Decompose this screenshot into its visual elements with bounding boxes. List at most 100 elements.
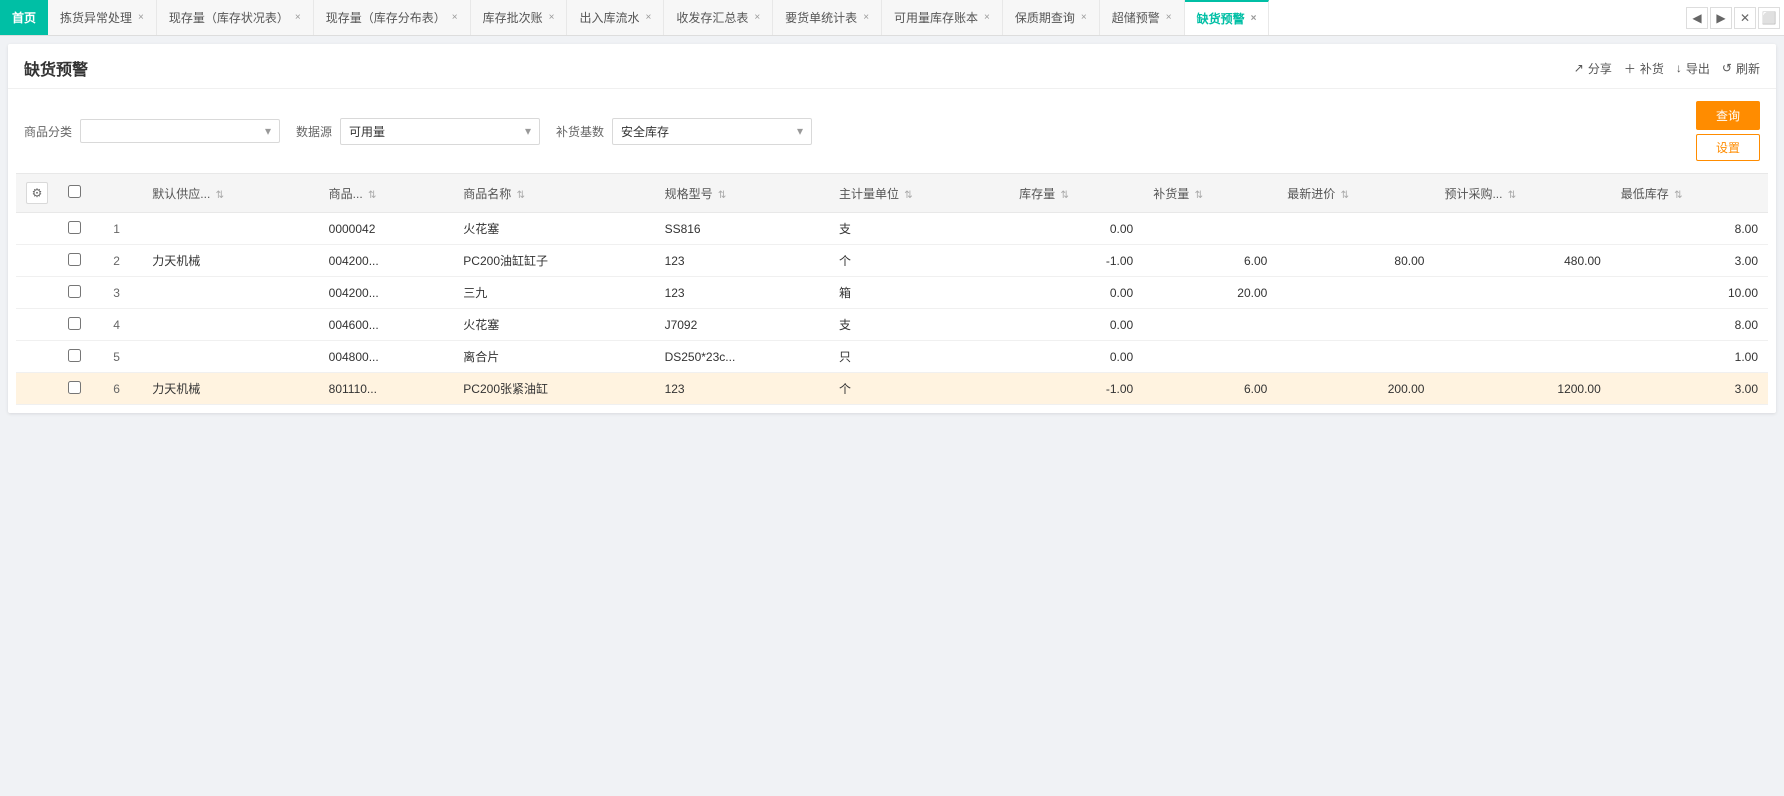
close-icon[interactable]: × <box>138 12 144 23</box>
tab-home-label: 首页 <box>12 9 36 26</box>
row-product-name: 火花塞 <box>453 309 654 341</box>
row-spec: J7092 <box>655 309 829 341</box>
gear-column-header[interactable]: ⚙ <box>16 174 58 213</box>
est-purchase-column-header[interactable]: 预计采购... ⇅ <box>1434 174 1610 213</box>
row-checkbox[interactable] <box>68 381 81 394</box>
refresh-button[interactable]: ↺ 刷新 <box>1722 60 1760 77</box>
close-icon[interactable]: × <box>549 12 555 23</box>
row-supplier: 力天机械 <box>142 245 318 277</box>
unit-column-header[interactable]: 主计量单位 ⇅ <box>829 174 1009 213</box>
category-select[interactable]: ▾ <box>80 119 280 143</box>
row-latest-price <box>1277 341 1434 373</box>
row-latest-price <box>1277 213 1434 245</box>
share-button[interactable]: ↗ 分享 <box>1574 60 1612 77</box>
tab-defect-handling[interactable]: 拣货异常处理 × <box>48 0 157 36</box>
supplier-column-header[interactable]: 默认供应... ⇅ <box>142 174 318 213</box>
row-number: 5 <box>91 341 142 373</box>
datasource-select[interactable]: 可用量 ▾ <box>340 118 540 145</box>
replenish-basis-filter-group: 补货基数 安全库存 ▾ <box>556 118 812 145</box>
row-gear-cell <box>16 245 58 277</box>
replenish-basis-select[interactable]: 安全库存 ▾ <box>612 118 812 145</box>
tab-order-stats[interactable]: 要货单统计表 × <box>773 0 882 36</box>
checkbox-column-header[interactable] <box>58 174 91 213</box>
tab-maximize-button[interactable]: ⬜ <box>1758 7 1780 29</box>
tab-label: 收发存汇总表 <box>676 9 748 26</box>
close-icon[interactable]: × <box>645 12 651 23</box>
sort-icon: ⇅ <box>1195 190 1203 201</box>
row-product-code: 0000042 <box>319 213 454 245</box>
row-checkbox[interactable] <box>68 221 81 234</box>
replenish-button[interactable]: ＋ 补货 <box>1624 60 1664 77</box>
replenish-qty-column-header[interactable]: 补货量 ⇅ <box>1143 174 1277 213</box>
min-stock-column-header[interactable]: 最低库存 ⇅ <box>1611 174 1768 213</box>
row-number: 1 <box>91 213 142 245</box>
close-icon[interactable]: × <box>452 12 458 23</box>
refresh-icon: ↺ <box>1722 61 1732 75</box>
tab-next-button[interactable]: ▶ <box>1710 7 1732 29</box>
product-code-column-header[interactable]: 商品... ⇅ <box>319 174 454 213</box>
tab-batch-account[interactable]: 库存批次账 × <box>471 0 568 36</box>
row-checkbox-cell[interactable] <box>58 373 91 405</box>
close-icon[interactable]: × <box>984 12 990 23</box>
replenish-qty-header-label: 补货量 <box>1153 187 1189 201</box>
tab-inventory-status[interactable]: 现存量（库存状况表） × <box>157 0 314 36</box>
tab-inventory-dist[interactable]: 现存量（库存分布表） × <box>314 0 471 36</box>
datasource-label: 数据源 <box>296 123 332 140</box>
row-spec: 123 <box>655 245 829 277</box>
query-button[interactable]: 查询 <box>1696 101 1760 130</box>
tab-overstock-warning[interactable]: 超储预警 × <box>1100 0 1185 36</box>
product-name-column-header[interactable]: 商品名称 ⇅ <box>453 174 654 213</box>
category-label: 商品分类 <box>24 123 72 140</box>
row-product-name: 离合片 <box>453 341 654 373</box>
table-row[interactable]: 3 004200... 三九 123 箱 0.00 20.00 10.00 <box>16 277 1768 309</box>
tab-expiry-query[interactable]: 保质期查询 × <box>1003 0 1100 36</box>
table-row[interactable]: 2 力天机械 004200... PC200油缸缸子 123 个 -1.00 6… <box>16 245 1768 277</box>
row-number: 6 <box>91 373 142 405</box>
select-all-checkbox[interactable] <box>68 185 81 198</box>
row-min-stock: 3.00 <box>1611 373 1768 405</box>
table-wrapper: ⚙ 默认供应... ⇅ 商品... ⇅ 商品名称 <box>8 173 1776 413</box>
datasource-value: 可用量 <box>349 123 385 140</box>
export-button[interactable]: ↓ 导出 <box>1676 60 1710 77</box>
close-icon[interactable]: × <box>295 12 301 23</box>
table-row[interactable]: 6 力天机械 801110... PC200张紧油缸 123 个 -1.00 6… <box>16 373 1768 405</box>
table-row[interactable]: 5 004800... 离合片 DS250*23c... 只 0.00 1.00 <box>16 341 1768 373</box>
close-icon[interactable]: × <box>754 12 760 23</box>
latest-price-column-header[interactable]: 最新进价 ⇅ <box>1277 174 1434 213</box>
row-checkbox-cell[interactable] <box>58 245 91 277</box>
spec-column-header[interactable]: 规格型号 ⇅ <box>655 174 829 213</box>
tab-close-all-button[interactable]: ✕ <box>1734 7 1756 29</box>
row-min-stock: 10.00 <box>1611 277 1768 309</box>
table-row[interactable]: 4 004600... 火花塞 J7092 支 0.00 8.00 <box>16 309 1768 341</box>
close-icon[interactable]: × <box>1251 13 1257 24</box>
tab-home[interactable]: 首页 <box>0 0 48 36</box>
settings-button[interactable]: 设置 <box>1696 134 1760 161</box>
row-checkbox[interactable] <box>68 285 81 298</box>
row-checkbox-cell[interactable] <box>58 341 91 373</box>
tab-prev-button[interactable]: ◀ <box>1686 7 1708 29</box>
row-checkbox[interactable] <box>68 317 81 330</box>
close-icon[interactable]: × <box>1081 12 1087 23</box>
row-checkbox-cell[interactable] <box>58 309 91 341</box>
tab-in-out-flow[interactable]: 出入库流水 × <box>567 0 664 36</box>
column-settings-icon[interactable]: ⚙ <box>26 182 48 204</box>
table-row[interactable]: 1 0000042 火花塞 SS816 支 0.00 8.00 <box>16 213 1768 245</box>
datasource-filter-group: 数据源 可用量 ▾ <box>296 118 540 145</box>
tab-shortage-warning[interactable]: 缺货预警 × <box>1185 0 1270 36</box>
stock-qty-column-header[interactable]: 库存量 ⇅ <box>1009 174 1143 213</box>
row-latest-price: 80.00 <box>1277 245 1434 277</box>
row-product-code: 004600... <box>319 309 454 341</box>
close-icon[interactable]: × <box>1166 12 1172 23</box>
replenish-basis-value: 安全库存 <box>621 123 669 140</box>
tab-receive-summary[interactable]: 收发存汇总表 × <box>664 0 773 36</box>
row-unit: 个 <box>829 373 1009 405</box>
row-checkbox-cell[interactable] <box>58 213 91 245</box>
close-icon[interactable]: × <box>863 12 869 23</box>
row-checkbox-cell[interactable] <box>58 277 91 309</box>
row-checkbox[interactable] <box>68 253 81 266</box>
tab-available-ledger[interactable]: 可用量库存账本 × <box>882 0 1003 36</box>
row-product-code: 004200... <box>319 277 454 309</box>
row-est-purchase: 480.00 <box>1434 245 1610 277</box>
row-gear-cell <box>16 213 58 245</box>
row-checkbox[interactable] <box>68 349 81 362</box>
